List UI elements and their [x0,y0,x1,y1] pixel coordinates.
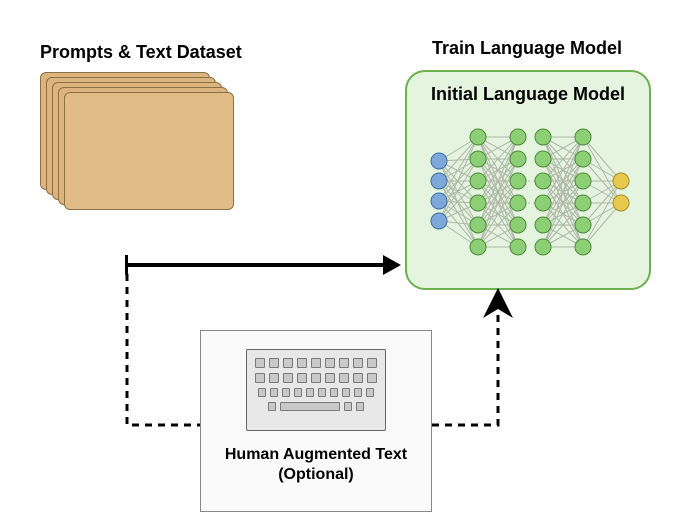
keyboard-icon [246,349,386,431]
lm-box-title: Initial Language Model [417,84,639,105]
human-augmented-label: Human Augmented Text (Optional) [211,445,421,485]
train-heading: Train Language Model [432,38,622,59]
language-model-box: Initial Language Model [405,70,651,290]
neural-network-icon [423,113,633,273]
dataset-heading: Prompts & Text Dataset [40,42,242,63]
arrow-dataset-to-model [125,255,405,275]
dataset-card-stack [40,72,240,212]
human-augmented-box: Human Augmented Text (Optional) [200,330,432,512]
dataset-card [64,92,234,210]
